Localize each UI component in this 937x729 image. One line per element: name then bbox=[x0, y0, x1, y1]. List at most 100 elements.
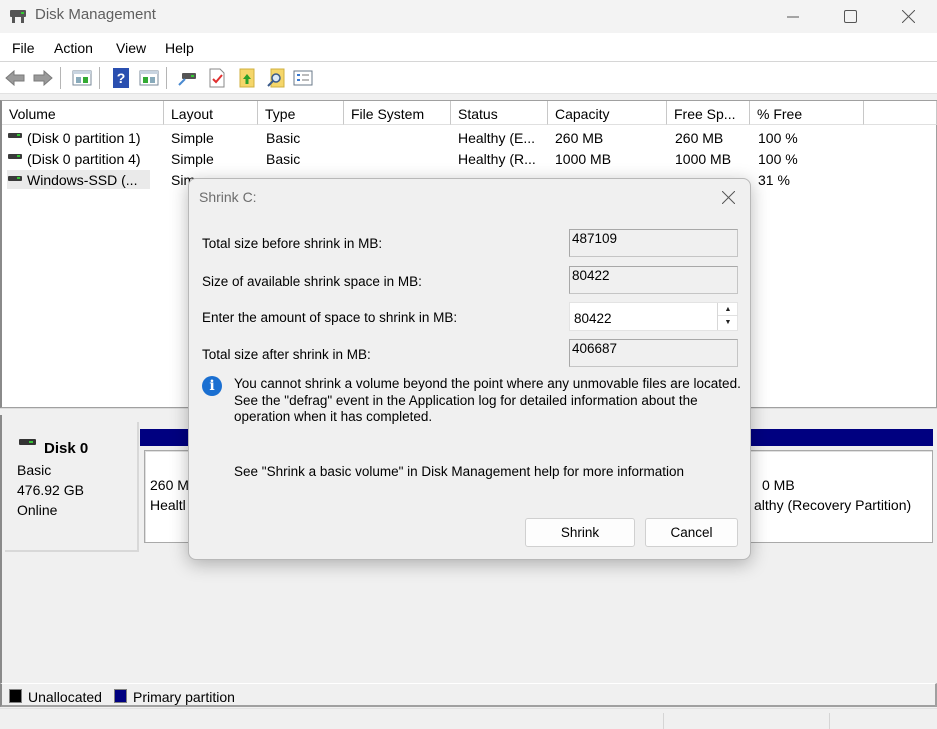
disk-icon bbox=[19, 439, 36, 445]
disk-size: 476.92 GB bbox=[17, 482, 84, 498]
cell-layout: Simple bbox=[171, 130, 214, 146]
close-icon bbox=[721, 190, 735, 204]
show-hide-console-tree-button[interactable] bbox=[71, 67, 93, 89]
minimize-icon bbox=[787, 16, 799, 17]
info-icon: i bbox=[202, 376, 222, 396]
help-button[interactable]: ? bbox=[110, 67, 132, 89]
shrink-amount-stepper: ▲ ▼ bbox=[569, 302, 738, 331]
toolbar: ? bbox=[0, 62, 937, 94]
toolbar-separator bbox=[99, 67, 100, 89]
back-button[interactable] bbox=[4, 67, 26, 89]
show-hide-action-pane-button[interactable] bbox=[138, 67, 160, 89]
cell-status: Healthy (E... bbox=[458, 130, 536, 146]
spin-up-button[interactable]: ▲ bbox=[718, 303, 738, 316]
maximize-button[interactable] bbox=[821, 0, 879, 33]
settings-list-icon bbox=[293, 70, 313, 86]
menu-help[interactable]: Help bbox=[165, 40, 194, 56]
volume-icon bbox=[8, 154, 22, 159]
window-title: Disk Management bbox=[35, 6, 156, 23]
shrink-amount-input[interactable] bbox=[570, 303, 716, 330]
menu-action[interactable]: Action bbox=[54, 40, 93, 56]
triangle-up-icon: ▲ bbox=[724, 305, 732, 313]
export-list-icon bbox=[239, 68, 255, 88]
volume-icon bbox=[8, 133, 22, 138]
menu-file[interactable]: File bbox=[12, 40, 35, 56]
cell-free-space: 260 MB bbox=[675, 130, 724, 146]
partition-size: 0 MB bbox=[762, 477, 795, 493]
partition-size: 260 M bbox=[150, 477, 189, 493]
column-header-file-system[interactable]: File System bbox=[344, 101, 451, 125]
column-header-free-space[interactable]: Free Sp... bbox=[667, 101, 750, 125]
connect-drive-icon bbox=[178, 73, 196, 86]
legend-swatch-unallocated bbox=[9, 689, 22, 703]
cell-volume: Windows-SSD (... bbox=[27, 172, 138, 188]
dialog-close-button[interactable] bbox=[712, 183, 744, 211]
menu-bar: File Action View Help bbox=[0, 33, 937, 62]
back-arrow-icon bbox=[5, 70, 25, 86]
cell-type: Basic bbox=[266, 130, 301, 146]
total-after-label: Total size after shrink in MB: bbox=[202, 347, 371, 362]
search-icon bbox=[267, 68, 285, 88]
properties-button[interactable] bbox=[206, 67, 228, 89]
column-header-status[interactable]: Status bbox=[451, 101, 548, 125]
disk-state: Online bbox=[17, 502, 58, 518]
cell-status: Healthy (R... bbox=[458, 151, 536, 167]
disk-name: Disk 0 bbox=[44, 440, 89, 457]
column-header-empty bbox=[864, 101, 937, 125]
total-before-field: 487109 bbox=[569, 229, 738, 257]
shrink-dialog: Shrink C: Total size before shrink in MB… bbox=[188, 178, 751, 560]
legend-swatch-primary bbox=[114, 689, 127, 703]
column-header-type[interactable]: Type bbox=[258, 101, 344, 125]
minimize-button[interactable] bbox=[764, 0, 822, 33]
show-hide-action-pane-icon bbox=[139, 70, 159, 86]
dialog-title: Shrink C: bbox=[199, 189, 257, 205]
help-icon: ? bbox=[113, 68, 129, 88]
status-separator bbox=[663, 713, 664, 729]
cell-free-space: 1000 MB bbox=[675, 151, 732, 167]
partition-recovery[interactable]: 0 MB althy (Recovery Partition) bbox=[750, 450, 933, 543]
shrink-button[interactable]: Shrink bbox=[525, 518, 635, 547]
maximize-icon bbox=[843, 10, 857, 23]
help-message: See "Shrink a basic volume" in Disk Mana… bbox=[234, 464, 685, 479]
toolbar-separator bbox=[60, 67, 61, 89]
column-header-volume[interactable]: Volume bbox=[2, 101, 164, 125]
partition-color-bar bbox=[750, 429, 933, 446]
cell-percent-free: 31 % bbox=[758, 172, 790, 188]
partition-status: Healtl bbox=[150, 497, 186, 513]
show-hide-console-tree-icon bbox=[72, 70, 92, 86]
status-separator bbox=[829, 713, 830, 729]
column-header-capacity[interactable]: Capacity bbox=[548, 101, 667, 125]
cell-volume: (Disk 0 partition 4) bbox=[27, 151, 141, 167]
available-space-label: Size of available shrink space in MB: bbox=[202, 274, 422, 289]
export-list-button[interactable] bbox=[236, 67, 258, 89]
total-after-field: 406687 bbox=[569, 339, 738, 367]
partition-status: althy (Recovery Partition) bbox=[754, 497, 912, 513]
cancel-button[interactable]: Cancel bbox=[645, 518, 738, 547]
info-message: You cannot shrink a volume beyond the po… bbox=[234, 376, 741, 424]
shrink-amount-label: Enter the amount of space to shrink in M… bbox=[202, 310, 458, 325]
title-bar: Disk Management bbox=[0, 0, 937, 33]
disk-label[interactable]: Disk 0 Basic 476.92 GB Online bbox=[5, 422, 139, 552]
cell-layout: Simple bbox=[171, 151, 214, 167]
total-before-label: Total size before shrink in MB: bbox=[202, 236, 383, 251]
forward-arrow-icon bbox=[33, 70, 53, 86]
spin-buttons: ▲ ▼ bbox=[717, 303, 738, 330]
menu-view[interactable]: View bbox=[116, 40, 146, 56]
spin-down-button[interactable]: ▼ bbox=[718, 316, 738, 329]
column-header-percent-free[interactable]: % Free bbox=[750, 101, 864, 125]
cell-percent-free: 100 % bbox=[758, 151, 798, 167]
legend-label-unallocated: Unallocated bbox=[28, 689, 102, 705]
close-button[interactable] bbox=[879, 0, 937, 33]
properties-check-icon bbox=[209, 68, 225, 88]
connect-drive-button[interactable] bbox=[176, 67, 198, 89]
triangle-down-icon: ▼ bbox=[724, 319, 732, 326]
cell-capacity: 260 MB bbox=[555, 130, 604, 146]
close-icon bbox=[901, 10, 915, 23]
search-button[interactable] bbox=[265, 67, 287, 89]
column-header-layout[interactable]: Layout bbox=[164, 101, 258, 125]
settings-list-button[interactable] bbox=[292, 67, 314, 89]
cell-type: Basic bbox=[266, 151, 301, 167]
legend-label-primary: Primary partition bbox=[133, 689, 235, 705]
disk-type: Basic bbox=[17, 462, 52, 478]
forward-button[interactable] bbox=[32, 67, 54, 89]
